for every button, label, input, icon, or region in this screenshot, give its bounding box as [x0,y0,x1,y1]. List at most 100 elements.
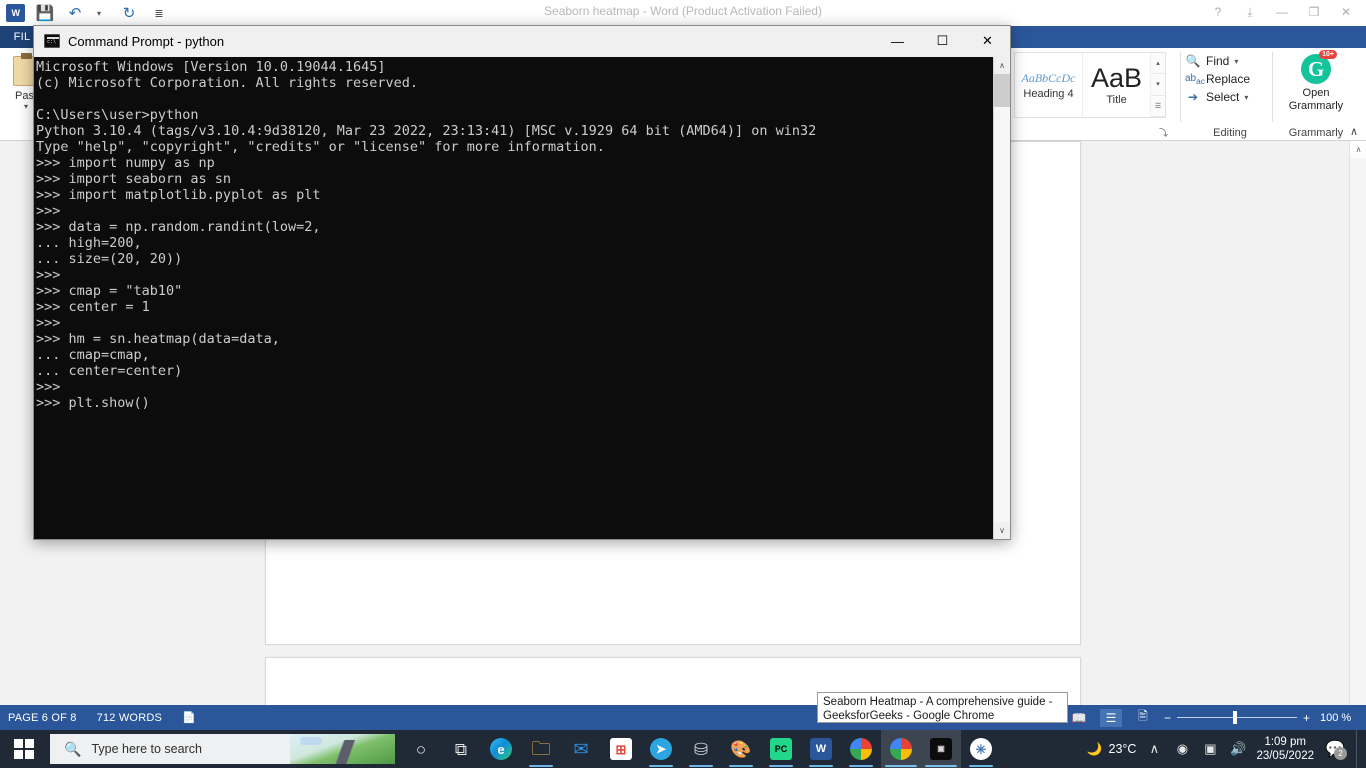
cmd-minimize-button[interactable]: — [875,26,920,57]
chrome-meet-icon[interactable]: ● [841,730,881,768]
replace-button[interactable]: abac Replace [1185,72,1250,86]
console-scroll-up-icon[interactable]: ∧ [994,57,1010,74]
console-scroll-down-icon[interactable]: ∨ [994,522,1010,539]
paint-icon[interactable]: 🎨 [721,730,761,768]
select-label: Select [1206,90,1240,104]
clock[interactable]: 1:09 pm 23/05/2022 [1256,735,1314,763]
styles-gallery: AaBbCcDc Heading 4 AaB Title ▴ ▾ ☰ [1014,52,1166,118]
cortana-icon-glyph: ○ [415,739,427,759]
file-explorer-icon[interactable]: 🗀 [521,730,561,768]
console-scroll-track[interactable] [994,74,1010,522]
close-button[interactable]: ✕ [1330,2,1362,22]
styles-gallery-scroll: ▴ ▾ ☰ [1151,53,1165,117]
cmd-maximize-button[interactable]: ☐ [920,26,965,57]
styles-scroll-up-icon[interactable]: ▴ [1151,53,1165,75]
console-scrollbar[interactable]: ∧ ∨ [993,57,1010,539]
task-view-icon-glyph: ⧉ [454,739,468,759]
scroll-up-icon[interactable]: ∧ [1350,141,1366,158]
spelling-check-icon[interactable]: 📄 [182,711,196,724]
screen-share-icon[interactable]: ▣ [1200,738,1220,760]
ribbon-display-options-button[interactable]: ⤓ [1234,2,1266,22]
style-item-heading4[interactable]: AaBbCcDc Heading 4 [1015,53,1083,117]
zoom-track[interactable] [1176,711,1297,724]
tooltip-line-2: GeeksforGeeks - Google Chrome [823,710,995,722]
action-center-icon[interactable]: 💬 2 [1322,730,1348,768]
grammarly-line2: Grammarly [1288,100,1344,112]
clock-date: 23/05/2022 [1256,750,1314,762]
status-word-count[interactable]: 712 WORDS [97,712,162,724]
select-button[interactable]: ➔ Select ▾ [1185,90,1248,104]
temperature-label: 23°C [1108,742,1137,756]
collapse-ribbon-icon[interactable]: ∧ [1350,125,1358,138]
zoom-in-button[interactable]: + [1303,711,1310,725]
zoom-thumb[interactable] [1232,711,1237,724]
console-output[interactable]: Microsoft Windows [Version 10.0.19044.16… [34,57,993,539]
console-line: >>> cmap = "tab10" [36,283,183,299]
console-line: Microsoft Windows [Version 10.0.19044.16… [36,59,386,75]
style-preview: AaBbCcDc [1021,70,1076,85]
command-prompt-title-bar[interactable]: Command Prompt - python — ☐ ✕ [34,26,1010,57]
zoom-out-button[interactable]: − [1164,711,1171,725]
web-layout-icon[interactable]: 🖹 [1132,709,1154,727]
find-button[interactable]: 🔍 Find ▾ [1185,54,1239,68]
find-dropdown-icon[interactable]: ▾ [1234,57,1238,66]
editing-group-label: Editing [1213,127,1247,139]
console-line: >>> plt.show() [36,395,150,411]
notification-count-badge: 2 [1334,747,1347,760]
database-icon-glyph: ⛁ [693,739,709,759]
command-prompt-icon[interactable]: ▣ [921,730,961,768]
mail-icon-glyph: ✉ [573,739,589,759]
style-item-title[interactable]: AaB Title [1083,53,1151,117]
minimize-button[interactable]: — [1266,2,1298,22]
mail-icon[interactable]: ✉ [561,730,601,768]
replace-icon: abac [1185,72,1205,86]
taskbar-tooltip: Seaborn Heatmap - A comprehensive guide … [817,692,1068,723]
database-icon[interactable]: ⛁ [681,730,721,768]
taskbar: 🔍 Type here to search ○ ⧉ e 🗀 ✉ ⊞ ➤ ⛁ 🎨 PC W ● ● ▣ ✳ 🌙… [0,730,1366,768]
cortana-icon[interactable]: ○ [401,730,441,768]
start-button[interactable] [0,730,48,768]
read-mode-icon[interactable]: 📖 [1068,709,1090,727]
weather-widget[interactable]: 🌙 23°C [1087,742,1137,757]
volume-icon[interactable]: 🔊 [1228,738,1248,760]
help-button[interactable]: ? [1202,2,1234,22]
show-hidden-icons-chevron-icon[interactable]: ∧ [1144,738,1164,760]
styles-scroll-down-icon[interactable]: ▾ [1151,74,1165,96]
search-input[interactable]: 🔍 Type here to search [50,734,395,764]
cmd-close-button[interactable]: ✕ [965,26,1010,57]
open-grammarly-button[interactable]: Open Grammarly [1289,87,1343,113]
microsoft-store-icon[interactable]: ⊞ [601,730,641,768]
zoom-level[interactable]: 100 % [1320,712,1356,724]
maximize-button[interactable]: ❐ [1298,2,1330,22]
command-prompt-body[interactable]: Microsoft Windows [Version 10.0.19044.16… [34,57,1010,539]
show-desktop-button[interactable] [1356,730,1362,768]
matplotlib-icon[interactable]: ✳ [961,730,1001,768]
grammarly-icon[interactable]: G 10+ [1301,50,1337,84]
console-line: >>> [36,203,61,219]
pycharm-icon[interactable]: PC [761,730,801,768]
task-view-icon[interactable]: ⧉ [441,730,481,768]
road-icon [308,740,388,764]
styles-dialog-launcher-icon[interactable]: ⤵ [1159,126,1168,139]
microsoft-edge-icon[interactable]: e [481,730,521,768]
styles-more-icon[interactable]: ☰ [1151,95,1165,117]
system-tray: 🌙 23°C ∧ ◉ ▣ 🔊 1:09 pm 23/05/2022 💬 2 [1087,730,1366,768]
console-line: >>> import matplotlib.pyplot as plt [36,187,321,203]
word-icon[interactable]: W [801,730,841,768]
word-icon-glyph: W [810,738,832,760]
search-illustration [290,734,395,764]
print-layout-icon[interactable]: ☰ [1099,708,1122,727]
status-page-indicator[interactable]: PAGE 6 OF 8 [8,712,77,724]
console-line: ... high=200, [36,235,142,251]
paste-dropdown-icon[interactable]: ▾ [24,102,28,111]
select-dropdown-icon[interactable]: ▾ [1244,93,1248,102]
document-scrollbar[interactable]: ∧ [1349,141,1366,705]
google-chrome-icon[interactable]: ● [881,730,921,768]
console-line: >>> import seaborn as sn [36,171,232,187]
webcam-icon[interactable]: ◉ [1172,738,1192,760]
console-scroll-thumb[interactable] [994,74,1010,107]
command-prompt-window[interactable]: Command Prompt - python — ☐ ✕ Microsoft … [33,25,1011,540]
telegram-icon[interactable]: ➤ [641,730,681,768]
zoom-slider[interactable]: − + [1164,711,1310,725]
